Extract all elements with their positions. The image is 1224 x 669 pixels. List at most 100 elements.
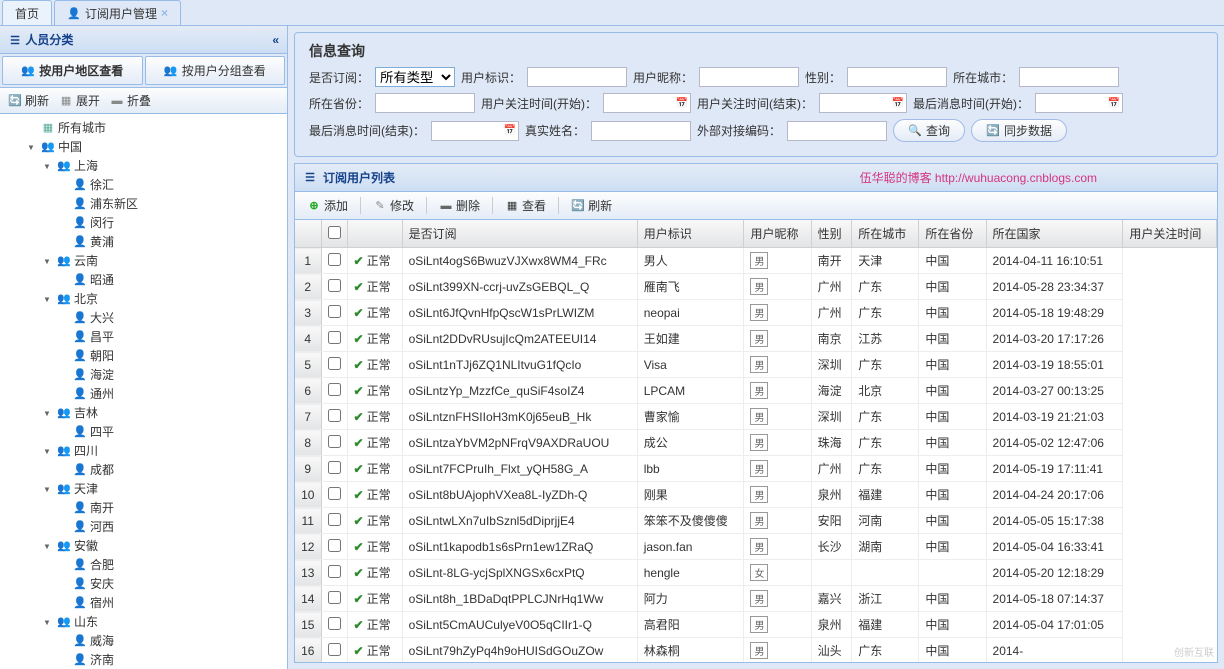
input-userid[interactable] bbox=[527, 67, 627, 87]
calendar-icon[interactable]: 📅 bbox=[1106, 95, 1122, 111]
input-province[interactable] bbox=[375, 93, 475, 113]
input-follow-start[interactable] bbox=[604, 94, 674, 112]
table-row[interactable]: 12✔正常oSiLnt1kapodb1s6sPrn1ew1ZRaQjason.f… bbox=[295, 534, 1217, 560]
column-header[interactable]: 是否订阅 bbox=[402, 220, 637, 248]
tree-node[interactable]: 👤徐汇 bbox=[0, 175, 287, 194]
column-header[interactable]: 性别 bbox=[811, 220, 852, 248]
table-row[interactable]: 7✔正常oSiLntznFHSIIoH3mK0j65euB_Hk曹家愉男深圳广东… bbox=[295, 404, 1217, 430]
view-button[interactable]: ▦查看 bbox=[499, 195, 552, 216]
query-button[interactable]: 🔍查询 bbox=[893, 119, 965, 142]
column-header[interactable]: 所在城市 bbox=[852, 220, 919, 248]
view-by-region[interactable]: 👥按用户地区查看 bbox=[2, 56, 143, 85]
tree-node[interactable]: 👤海淀 bbox=[0, 365, 287, 384]
collapse-left-icon[interactable]: « bbox=[272, 33, 279, 47]
column-header[interactable] bbox=[347, 220, 402, 248]
table-row[interactable]: 2✔正常oSiLnt399XN-ccrj-uvZsGEBQL_Q雁南飞男广州广东… bbox=[295, 274, 1217, 300]
tree-refresh[interactable]: 🔄刷新 bbox=[8, 92, 49, 109]
column-header[interactable]: 所在国家 bbox=[986, 220, 1123, 248]
row-checkbox[interactable] bbox=[328, 331, 341, 344]
edit-button[interactable]: ✎修改 bbox=[367, 195, 420, 216]
expander-icon[interactable]: ▾ bbox=[40, 406, 54, 420]
expander-icon[interactable]: ▾ bbox=[40, 254, 54, 268]
input-gender[interactable] bbox=[847, 67, 947, 87]
table-row[interactable]: 8✔正常oSiLntzaYbVM2pNFrqV9AXDRaUOU成公男珠海广东中… bbox=[295, 430, 1217, 456]
column-header[interactable]: 用户昵称 bbox=[744, 220, 811, 248]
row-checkbox[interactable] bbox=[328, 487, 341, 500]
tree-node[interactable]: 👤合肥 bbox=[0, 555, 287, 574]
tree-node[interactable]: 👤黄浦 bbox=[0, 232, 287, 251]
table-row[interactable]: 3✔正常oSiLnt6JfQvnHfpQscW1sPrLWIZMneopai男广… bbox=[295, 300, 1217, 326]
input-lastmsg-end[interactable] bbox=[432, 122, 502, 140]
refresh-button[interactable]: 🔄刷新 bbox=[565, 195, 618, 216]
select-all-checkbox[interactable] bbox=[328, 226, 341, 239]
tree-node[interactable]: ▾👥山东 bbox=[0, 612, 287, 631]
column-header[interactable]: 所在省份 bbox=[919, 220, 986, 248]
add-button[interactable]: ⊕添加 bbox=[301, 195, 354, 216]
row-checkbox[interactable] bbox=[328, 539, 341, 552]
row-checkbox[interactable] bbox=[328, 461, 341, 474]
table-row[interactable]: 5✔正常oSiLnt1nTJj6ZQ1NLItvuG1fQcIoVisa男深圳广… bbox=[295, 352, 1217, 378]
tree-node[interactable]: 👤朝阳 bbox=[0, 346, 287, 365]
tree-node[interactable]: 👤通州 bbox=[0, 384, 287, 403]
tree-collapse[interactable]: ▬折叠 bbox=[110, 92, 151, 109]
expander-icon[interactable]: ▾ bbox=[24, 140, 38, 154]
tree-node[interactable]: 👤安庆 bbox=[0, 574, 287, 593]
expander-icon[interactable]: ▾ bbox=[40, 444, 54, 458]
row-checkbox[interactable] bbox=[328, 591, 341, 604]
tree-node[interactable]: 👤浦东新区 bbox=[0, 194, 287, 213]
input-nickname[interactable] bbox=[699, 67, 799, 87]
row-checkbox[interactable] bbox=[328, 565, 341, 578]
table-row[interactable]: 4✔正常oSiLnt2DDvRUsujIcQm2ATEEUI14王如建男南京江苏… bbox=[295, 326, 1217, 352]
tree-node[interactable]: 👤昌平 bbox=[0, 327, 287, 346]
row-checkbox[interactable] bbox=[328, 513, 341, 526]
table-row[interactable]: 15✔正常oSiLnt5CmAUCulyeV0O5qCIIr1-Q高君阳男泉州福… bbox=[295, 612, 1217, 638]
row-checkbox[interactable] bbox=[328, 435, 341, 448]
row-checkbox[interactable] bbox=[328, 279, 341, 292]
table-row[interactable]: 6✔正常oSiLntzYp_MzzfCe_quSiF4soIZ4LPCAM男海淀… bbox=[295, 378, 1217, 404]
tree-node[interactable]: ▾👥四川 bbox=[0, 441, 287, 460]
sync-button[interactable]: 🔄同步数据 bbox=[971, 119, 1067, 142]
tree-node[interactable]: 👤济南 bbox=[0, 650, 287, 669]
tree-node[interactable]: 👤南开 bbox=[0, 498, 287, 517]
tree-node[interactable]: 👤闵行 bbox=[0, 213, 287, 232]
column-header[interactable]: 用户标识 bbox=[637, 220, 744, 248]
select-subscribed[interactable]: 所有类型 bbox=[375, 67, 455, 87]
table-row[interactable]: 16✔正常oSiLnt79hZyPq4h9oHUISdGOuZOw林森桐男汕头广… bbox=[295, 638, 1217, 663]
tree-node[interactable]: ▾👥安徽 bbox=[0, 536, 287, 555]
expander-icon[interactable]: ▾ bbox=[40, 615, 54, 629]
input-lastmsg-start[interactable] bbox=[1036, 94, 1106, 112]
tree-node[interactable]: 👤威海 bbox=[0, 631, 287, 650]
input-city[interactable] bbox=[1019, 67, 1119, 87]
row-checkbox[interactable] bbox=[328, 643, 341, 656]
tree-expand[interactable]: ▦展开 bbox=[59, 92, 100, 109]
expander-icon[interactable]: ▾ bbox=[40, 292, 54, 306]
input-extcode[interactable] bbox=[787, 121, 887, 141]
calendar-icon[interactable]: 📅 bbox=[502, 123, 518, 139]
calendar-icon[interactable]: 📅 bbox=[890, 95, 906, 111]
tree-node[interactable]: 👤大兴 bbox=[0, 308, 287, 327]
tree-node[interactable]: 👤河西 bbox=[0, 517, 287, 536]
blog-link[interactable]: 伍华聪的博客 http://wuhuacong.cnblogs.com bbox=[860, 169, 1097, 186]
expander-icon[interactable]: ▾ bbox=[40, 539, 54, 553]
tab-home[interactable]: 首页 bbox=[2, 0, 52, 25]
table-row[interactable]: 9✔正常oSiLnt7FCPruIh_Flxt_yQH58G_Albb男广州广东… bbox=[295, 456, 1217, 482]
table-row[interactable]: 1✔正常oSiLnt4ogS6BwuzVJXwx8WM4_FRc男人男南开天津中… bbox=[295, 248, 1217, 274]
row-checkbox[interactable] bbox=[328, 253, 341, 266]
table-row[interactable]: 13✔正常oSiLnt-8LG-ycjSplXNGSx6cxPtQhengle女… bbox=[295, 560, 1217, 586]
row-checkbox[interactable] bbox=[328, 409, 341, 422]
tree-node[interactable]: 👤昭通 bbox=[0, 270, 287, 289]
row-checkbox[interactable] bbox=[328, 357, 341, 370]
expander-icon[interactable]: ▾ bbox=[40, 482, 54, 496]
column-header[interactable]: 用户关注时间 bbox=[1123, 220, 1217, 248]
row-checkbox[interactable] bbox=[328, 383, 341, 396]
tree-node[interactable]: ▾👥云南 bbox=[0, 251, 287, 270]
input-realname[interactable] bbox=[591, 121, 691, 141]
view-by-group[interactable]: 👥按用户分组查看 bbox=[145, 56, 286, 85]
table-row[interactable]: 10✔正常oSiLnt8bUAjophVXea8L-IyZDh-Q刚果男泉州福建… bbox=[295, 482, 1217, 508]
table-row[interactable]: 14✔正常oSiLnt8h_1BDaDqtPPLCJNrHq1Ww阿力男嘉兴浙江… bbox=[295, 586, 1217, 612]
tree-node[interactable]: ▾👥吉林 bbox=[0, 403, 287, 422]
calendar-icon[interactable]: 📅 bbox=[674, 95, 690, 111]
input-follow-end[interactable] bbox=[820, 94, 890, 112]
tree-node[interactable]: 👤成都 bbox=[0, 460, 287, 479]
table-row[interactable]: 11✔正常oSiLntwLXn7uIbSznl5dDiprjjE4笨笨不及傻傻傻… bbox=[295, 508, 1217, 534]
